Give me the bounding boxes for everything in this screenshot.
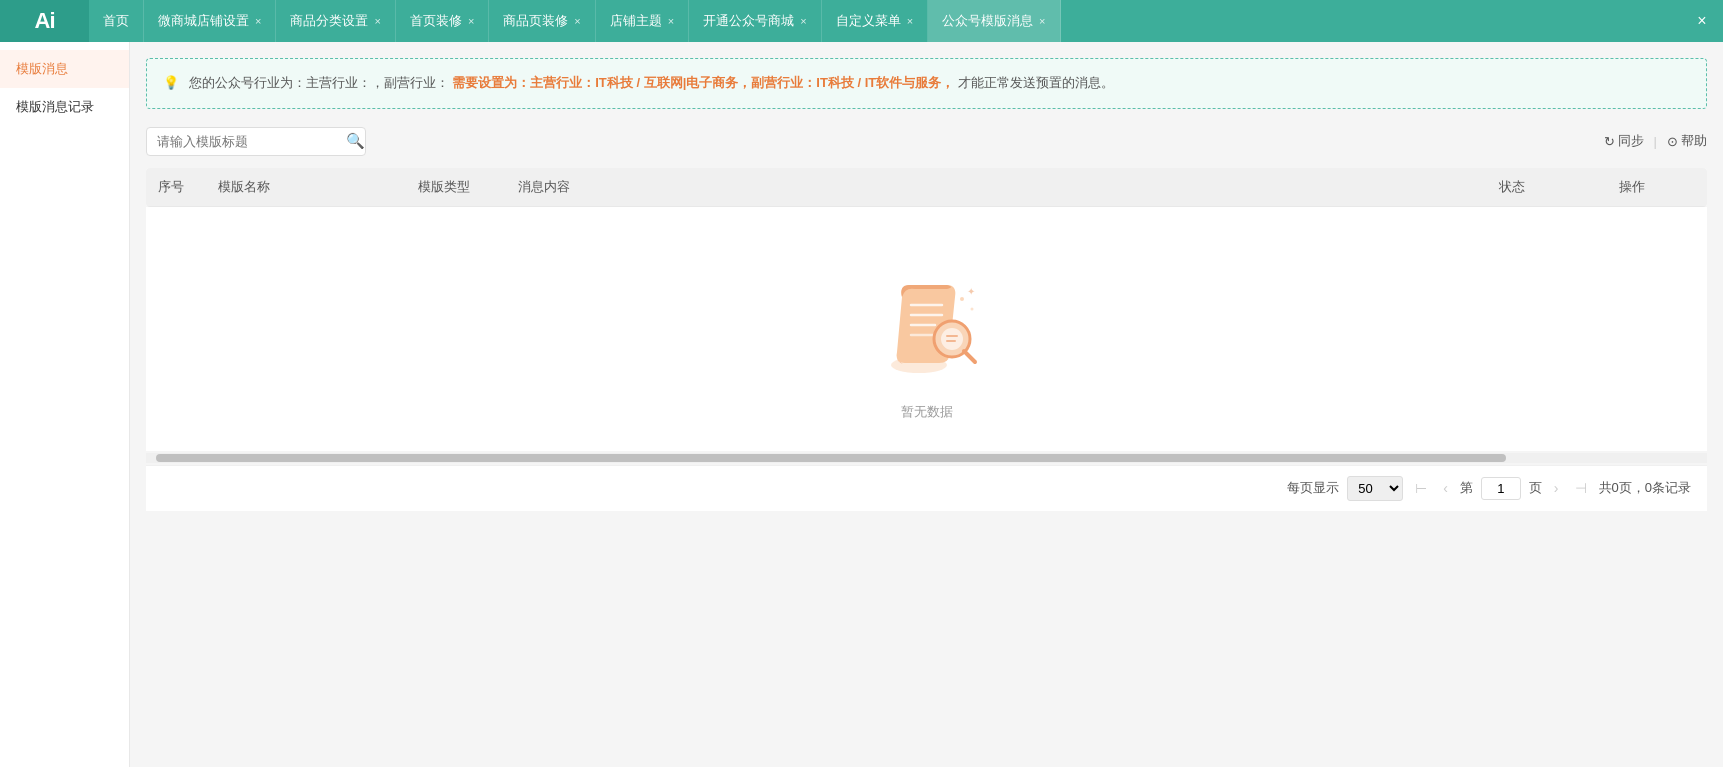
- notice-highlight: 需要设置为：主营行业：IT科技 / 互联网|电子商务，副营行业：IT科技 / I…: [452, 75, 954, 90]
- pagination: 每页显示 102050100 ⊢ ‹ 第 页 › ⊣ 共0页，0条记录: [146, 465, 1707, 511]
- nav-tab-1[interactable]: 微商城店铺设置×: [144, 0, 276, 42]
- sync-button[interactable]: ↻ 同步: [1604, 132, 1644, 150]
- close-tab-2[interactable]: ×: [374, 15, 380, 27]
- sidebar: 模版消息模版消息记录: [0, 42, 130, 767]
- empty-illustration: ✦: [867, 267, 987, 387]
- nav-tab-8[interactable]: 公众号模版消息×: [928, 0, 1060, 42]
- table-header-row: 序号模版名称模版类型消息内容状态操作: [146, 168, 1707, 207]
- help-button[interactable]: ⊙ 帮助: [1667, 132, 1707, 150]
- nav-tab-4[interactable]: 商品页装修×: [489, 0, 595, 42]
- main-layout: 模版消息模版消息记录 💡 您的公众号行业为：主营行业：，副营行业： 需要设置为：…: [0, 42, 1723, 767]
- nav-tab-3[interactable]: 首页装修×: [396, 0, 489, 42]
- nav-tab-7[interactable]: 自定义菜单×: [822, 0, 928, 42]
- svg-point-10: [960, 297, 964, 301]
- last-page-button[interactable]: ⊣: [1571, 478, 1591, 498]
- col-header-index: 序号: [146, 168, 206, 207]
- close-tab-1[interactable]: ×: [255, 15, 261, 27]
- help-icon: ⊙: [1667, 134, 1678, 149]
- close-tab-4[interactable]: ×: [574, 15, 580, 27]
- total-text: 共0页，0条记录: [1599, 479, 1691, 497]
- sidebar-item-1[interactable]: 模版消息记录: [0, 88, 129, 126]
- close-tab-7[interactable]: ×: [907, 15, 913, 27]
- svg-point-11: [970, 307, 973, 310]
- top-nav: Ai 首页微商城店铺设置×商品分类设置×首页装修×商品页装修×店铺主题×开通公众…: [0, 0, 1723, 42]
- notice-box: 💡 您的公众号行业为：主营行业：，副营行业： 需要设置为：主营行业：IT科技 /…: [146, 58, 1707, 109]
- table-wrapper: 序号模版名称模版类型消息内容状态操作: [146, 168, 1707, 511]
- bulb-icon: 💡: [163, 75, 179, 90]
- empty-text: 暂无数据: [901, 403, 953, 421]
- nav-tabs: 首页微商城店铺设置×商品分类设置×首页装修×商品页装修×店铺主题×开通公众号商城…: [89, 0, 1681, 42]
- close-tab-5[interactable]: ×: [668, 15, 674, 27]
- prev-page-button[interactable]: ‹: [1439, 478, 1452, 498]
- col-header-action: 操作: [1607, 168, 1707, 207]
- content-area: 💡 您的公众号行业为：主营行业：，副营行业： 需要设置为：主营行业：IT科技 /…: [130, 42, 1723, 767]
- svg-line-7: [964, 351, 975, 362]
- empty-state: ✦ 暂无数据: [146, 207, 1707, 451]
- global-close-button[interactable]: ×: [1681, 0, 1723, 42]
- page-size-label: 每页显示: [1287, 479, 1339, 497]
- help-label: 帮助: [1681, 132, 1707, 150]
- page-size-select[interactable]: 102050100: [1347, 476, 1403, 501]
- first-page-button[interactable]: ⊢: [1411, 478, 1431, 498]
- data-table: 序号模版名称模版类型消息内容状态操作: [146, 168, 1707, 207]
- nav-tab-0[interactable]: 首页: [89, 0, 144, 42]
- col-header-name: 模版名称: [206, 168, 406, 207]
- next-page-button[interactable]: ›: [1550, 478, 1563, 498]
- page-number-input[interactable]: [1481, 477, 1521, 500]
- toolbar-right: ↻ 同步 | ⊙ 帮助: [1604, 132, 1707, 150]
- sync-icon: ↻: [1604, 134, 1615, 149]
- col-header-type: 模版类型: [406, 168, 506, 207]
- col-header-status: 状态: [1487, 168, 1607, 207]
- page-label-post: 页: [1529, 479, 1542, 497]
- horizontal-scrollbar[interactable]: [146, 453, 1707, 463]
- search-input[interactable]: [146, 127, 366, 156]
- close-tab-3[interactable]: ×: [468, 15, 474, 27]
- scroll-thumb[interactable]: [156, 454, 1506, 462]
- svg-text:✦: ✦: [967, 286, 975, 297]
- close-tab-6[interactable]: ×: [800, 15, 806, 27]
- col-header-content: 消息内容: [506, 168, 1487, 207]
- toolbar: 🔍 ↻ 同步 | ⊙ 帮助: [146, 127, 1707, 156]
- search-button[interactable]: 🔍: [346, 132, 365, 150]
- logo: Ai: [0, 0, 89, 42]
- sync-label: 同步: [1618, 132, 1644, 150]
- nav-tab-6[interactable]: 开通公众号商城×: [689, 0, 821, 42]
- toolbar-left: 🔍: [146, 127, 365, 156]
- notice-suffix: 才能正常发送预置的消息。: [958, 75, 1114, 90]
- sidebar-item-0[interactable]: 模版消息: [0, 50, 129, 88]
- notice-prefix: 您的公众号行业为：主营行业：，副营行业：: [189, 75, 449, 90]
- nav-tab-5[interactable]: 店铺主题×: [596, 0, 689, 42]
- close-tab-8[interactable]: ×: [1039, 15, 1045, 27]
- page-label-pre: 第: [1460, 479, 1473, 497]
- nav-tab-2[interactable]: 商品分类设置×: [276, 0, 395, 42]
- toolbar-divider: |: [1654, 134, 1657, 149]
- svg-point-6: [941, 328, 963, 350]
